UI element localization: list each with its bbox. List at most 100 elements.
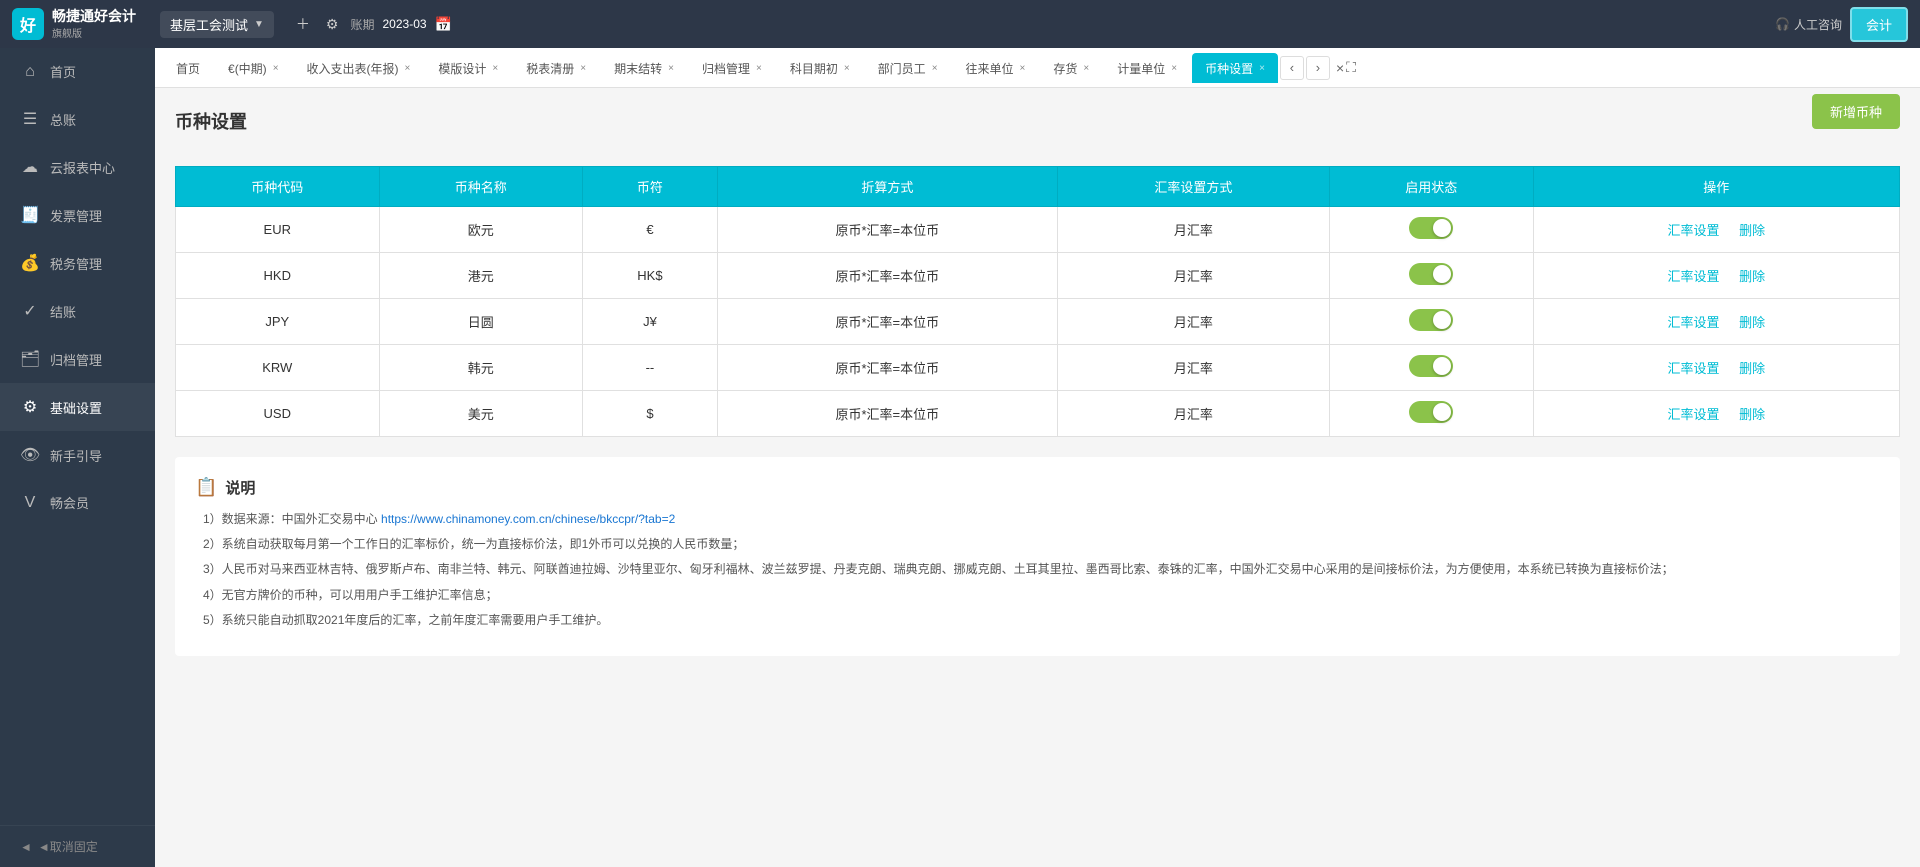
new-currency-button[interactable]: 新增币种 (1812, 94, 1900, 129)
tab-close-contacts[interactable]: × (1020, 63, 1026, 74)
tab-currency[interactable]: 币种设置 × (1192, 53, 1278, 83)
tab-close-period-end[interactable]: × (668, 63, 674, 74)
tab-income-report[interactable]: 收入支出表(年报) × (294, 53, 424, 83)
sidebar-label-ledger: 总账 (50, 110, 76, 129)
sidebar-label-settle: 结账 (50, 302, 76, 321)
toggle-0[interactable] (1409, 217, 1453, 239)
tab-dept[interactable]: 部门员工 × (865, 53, 951, 83)
sidebar-item-guide[interactable]: 👁 新手引导 (0, 431, 155, 479)
tab-label-template: 模版设计 (438, 60, 486, 77)
toggle-track-1[interactable] (1409, 263, 1453, 285)
toggle-2[interactable] (1409, 309, 1453, 331)
rate-settings-link-1[interactable]: 汇率设置 (1667, 269, 1719, 284)
toggle-track-2[interactable] (1409, 309, 1453, 331)
col-header-symbol: 币符 (583, 167, 718, 207)
note-item-3: 4）无官方牌价的币种，可以用用户手工维护汇率信息； (203, 586, 1880, 605)
logo-area: 好 畅捷通好会计 旗舰版 (12, 8, 136, 40)
cell-code-3: KRW (176, 345, 380, 391)
toggle-track-3[interactable] (1409, 355, 1453, 377)
tab-close-units[interactable]: × (1171, 63, 1177, 74)
tax-icon: 💰 (20, 253, 40, 273)
guide-icon: 👁 (20, 445, 40, 465)
sidebar-item-member[interactable]: V 畅会员 (0, 479, 155, 526)
delete-link-0[interactable]: 删除 (1739, 223, 1765, 238)
delete-link-2[interactable]: 删除 (1739, 315, 1765, 330)
top-bar-actions: ＋ ⚙ (292, 10, 343, 38)
tab-period-end[interactable]: 期末结转 × (601, 53, 687, 83)
sidebar-label-guide: 新手引导 (50, 446, 102, 465)
tab-budget[interactable]: €(中期) × (215, 53, 292, 83)
tab-units[interactable]: 计量单位 × (1104, 53, 1190, 83)
tab-close-inventory[interactable]: × (1083, 63, 1089, 74)
tab-close-tax-clear[interactable]: × (580, 63, 586, 74)
delete-link-4[interactable]: 删除 (1739, 407, 1765, 422)
notes-title: 📋 说明 (195, 477, 1880, 498)
calendar-icon[interactable]: 📅 (435, 16, 452, 33)
account-button[interactable]: 会计 (1850, 7, 1908, 42)
rate-settings-link-2[interactable]: 汇率设置 (1667, 315, 1719, 330)
toggle-track-4[interactable] (1409, 401, 1453, 423)
sidebar-item-invoice[interactable]: 🧾 发票管理 (0, 191, 155, 239)
project-name: 基层工会测试 (170, 15, 248, 34)
sidebar-item-settings[interactable]: ⚙ 基础设置 (0, 383, 155, 431)
logo-text-area: 畅捷通好会计 旗舰版 (52, 8, 136, 40)
toggle-3[interactable] (1409, 355, 1453, 377)
home-icon: ⌂ (20, 63, 40, 81)
sidebar-item-ledger[interactable]: ☰ 总账 (0, 95, 155, 143)
cell-status-2 (1330, 299, 1534, 345)
period-value: 2023-03 (383, 17, 427, 31)
cell-rate-3: 月汇率 (1057, 345, 1329, 391)
tab-close-dept[interactable]: × (932, 63, 938, 74)
tab-close-template[interactable]: × (492, 63, 498, 74)
notes-list: 1）数据来源：中国外汇交易中心 https://www.chinamoney.c… (195, 510, 1880, 630)
cell-symbol-0: € (583, 207, 718, 253)
tab-close-currency[interactable]: × (1259, 63, 1265, 74)
tab-contacts[interactable]: 往来单位 × (953, 53, 1039, 83)
tab-next-btn[interactable]: › (1306, 56, 1330, 80)
cell-code-2: JPY (176, 299, 380, 345)
rate-settings-link-4[interactable]: 汇率设置 (1667, 407, 1719, 422)
tab-template[interactable]: 模版设计 × (425, 53, 511, 83)
delete-link-1[interactable]: 删除 (1739, 269, 1765, 284)
sidebar-collapse-btn[interactable]: ◄ ◄取消固定 (0, 825, 155, 867)
note-item-4: 5）系统只能自动抓取2021年度后的汇率，之前年度汇率需要用户手工维护。 (203, 611, 1880, 630)
delete-link-3[interactable]: 删除 (1739, 361, 1765, 376)
project-selector[interactable]: 基层工会测试 ▼ (160, 11, 274, 38)
tab-close-subjects[interactable]: × (844, 63, 850, 74)
settings-icon[interactable]: ⚙ (322, 12, 343, 37)
tab-expand-btn[interactable]: ⛶ (1346, 59, 1356, 76)
tab-subjects[interactable]: 科目期初 × (777, 53, 863, 83)
cell-calc-4: 原币*汇率=本位币 (717, 391, 1057, 437)
tab-prev-btn[interactable]: ‹ (1280, 56, 1304, 80)
rate-settings-link-3[interactable]: 汇率设置 (1667, 361, 1719, 376)
sidebar-item-settle[interactable]: ✓ 结账 (0, 287, 155, 335)
rate-settings-link-0[interactable]: 汇率设置 (1667, 223, 1719, 238)
notes-link[interactable]: https://www.chinamoney.com.cn/chinese/bk… (381, 512, 675, 526)
tab-close-all-btn[interactable]: × (1336, 60, 1344, 76)
period-label: 账期 (350, 16, 374, 33)
note-item-0: 1）数据来源：中国外汇交易中心 https://www.chinamoney.c… (203, 510, 1880, 529)
toggle-track-0[interactable] (1409, 217, 1453, 239)
tab-inventory[interactable]: 存货 × (1040, 53, 1102, 83)
sidebar-label-archive: 归档管理 (50, 350, 102, 369)
cell-status-1 (1330, 253, 1534, 299)
sidebar-item-archive[interactable]: 🗂 归档管理 (0, 335, 155, 383)
sidebar-item-home[interactable]: ⌂ 首页 (0, 48, 155, 95)
tab-home[interactable]: 首页 (163, 53, 213, 83)
cell-actions-3: 汇率设置 删除 (1533, 345, 1899, 391)
tab-archive-mgmt[interactable]: 归档管理 × (689, 53, 775, 83)
add-icon[interactable]: ＋ (292, 10, 314, 38)
tab-close-archive-mgmt[interactable]: × (756, 63, 762, 74)
cell-actions-4: 汇率设置 删除 (1533, 391, 1899, 437)
tab-close-budget[interactable]: × (273, 63, 279, 74)
toggle-1[interactable] (1409, 263, 1453, 285)
sidebar-item-tax[interactable]: 💰 税务管理 (0, 239, 155, 287)
tab-label-subjects: 科目期初 (790, 60, 838, 77)
sidebar-item-reports[interactable]: ☁ 云报表中心 (0, 143, 155, 191)
col-header-rate-method: 汇率设置方式 (1057, 167, 1329, 207)
tab-close-income-report[interactable]: × (405, 63, 411, 74)
logo-icon: 好 (12, 8, 44, 40)
tab-tax-clear[interactable]: 税表清册 × (513, 53, 599, 83)
toggle-4[interactable] (1409, 401, 1453, 423)
help-button[interactable]: 🎧 人工咨询 (1775, 16, 1842, 33)
